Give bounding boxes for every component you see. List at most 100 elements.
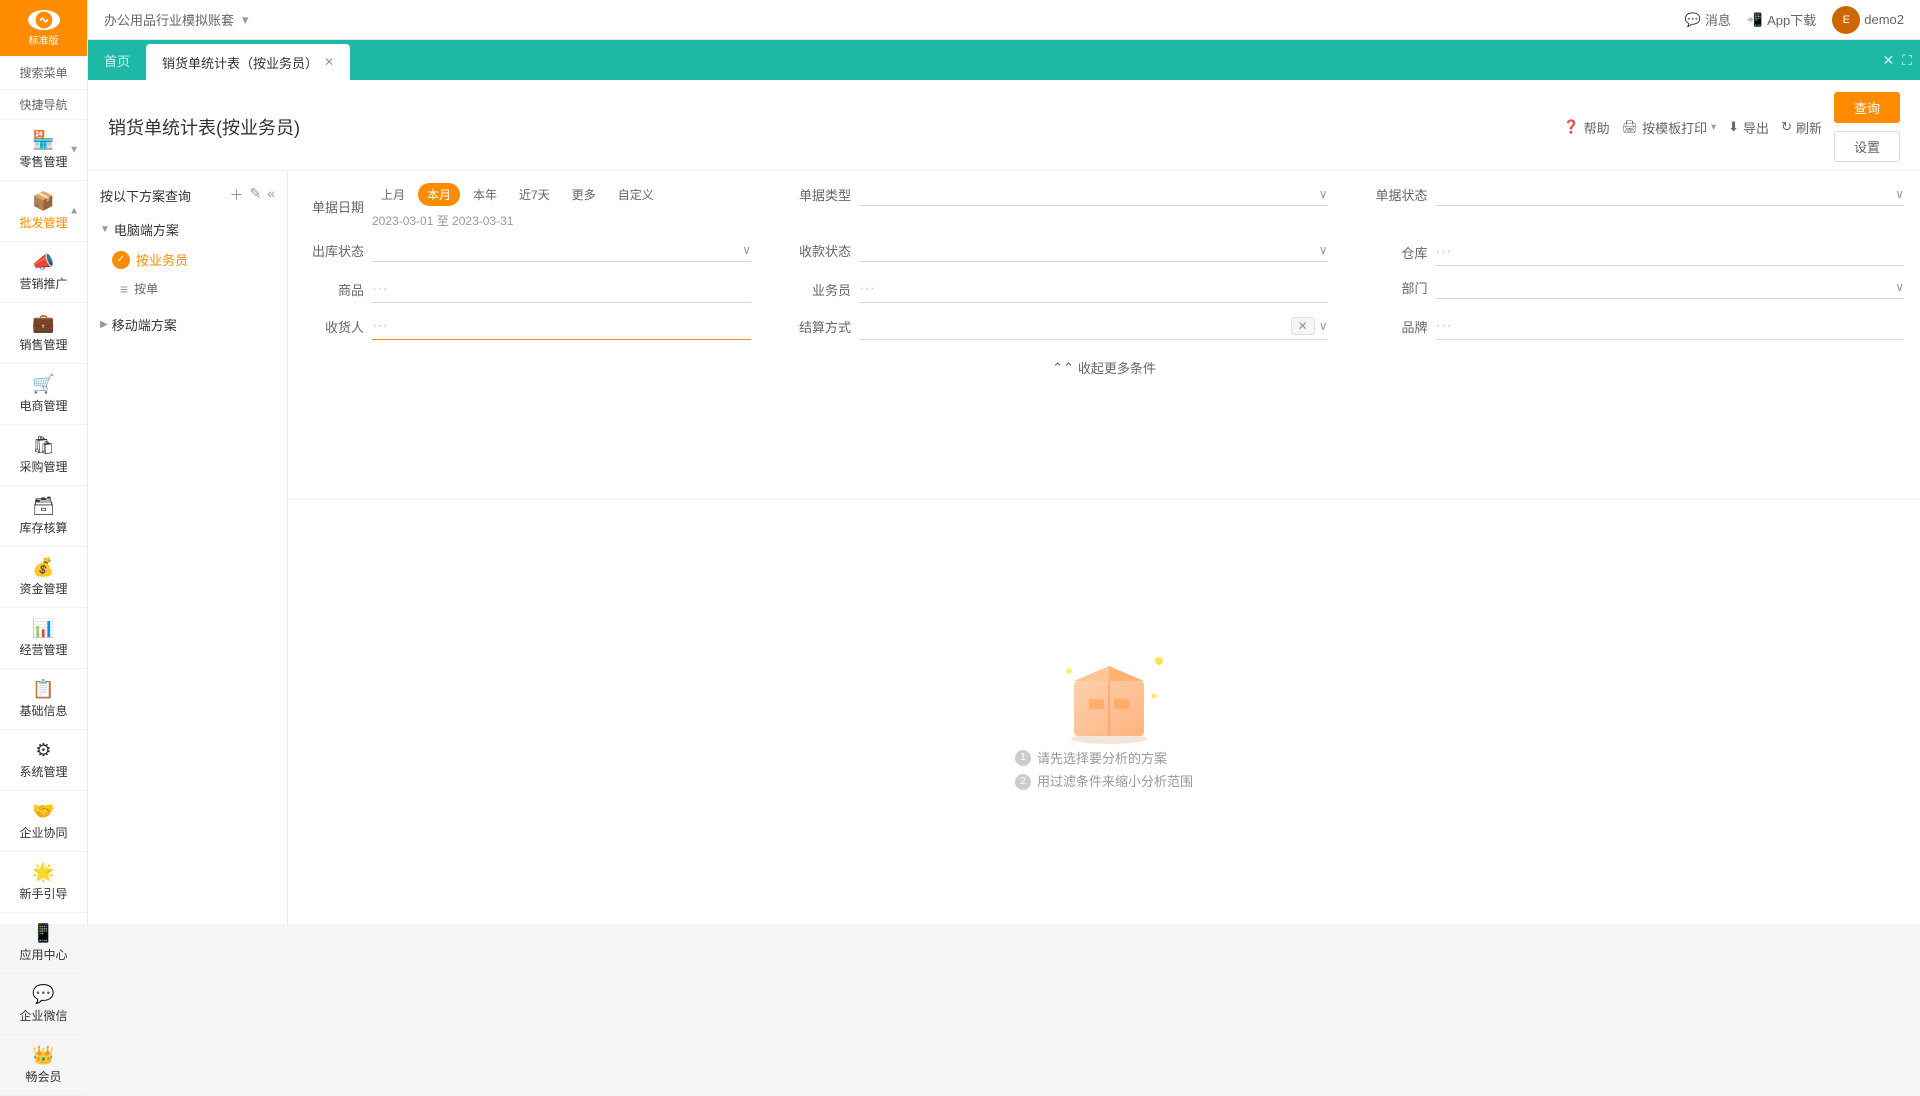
plan-item-by-salesperson[interactable]: ✓ 按业务员 [88, 244, 287, 275]
goods-dots-icon: ··· [372, 280, 388, 298]
tabbar-actions: ✕ ⛶ [1882, 52, 1920, 69]
payment-method-clear-tag[interactable]: ✕ [1291, 317, 1315, 335]
sidebar-item-label-wechat: 企业微信 [19, 1007, 67, 1024]
refresh-icon: ↻ [1781, 119, 1792, 135]
corp-icon: 🤝 [32, 801, 54, 822]
app-download-nav-item[interactable]: 📲 App下载 [1747, 10, 1816, 29]
plan-group-pc-title[interactable]: ▼ 电脑端方案 [88, 215, 287, 244]
setting-button[interactable]: 设置 [1834, 131, 1900, 162]
payment-method-filter-group: 结算方式 ✕ ∨ [791, 313, 1327, 340]
doc-status-select[interactable]: ∨ [1436, 183, 1904, 206]
sidebar-search-item[interactable]: 搜索菜单 [0, 56, 87, 90]
wholesale-expand-arrow: ▲ [69, 206, 79, 217]
plan-add-icon[interactable]: ＋ [229, 185, 243, 205]
plan-sub-item-by-order[interactable]: ≡ 按单 [88, 275, 287, 302]
date-btn-last-month[interactable]: 上月 [372, 183, 414, 206]
sidebar-item-label-sales: 销售管理 [19, 336, 67, 353]
plan-group-mobile: ▶ 移动端方案 [88, 306, 287, 343]
print-arrow-icon: ▾ [1711, 122, 1716, 133]
page-header: 销货单统计表(按业务员) ❓ 帮助 🖨 按模板打印 ▾ ⬇ 导出 ↻ 刷新 [88, 80, 1920, 171]
app-download-label: App下载 [1767, 10, 1816, 29]
payment-method-arrow-icon: ∨ [1319, 319, 1328, 333]
department-label: 部门 [1368, 278, 1428, 297]
query-button[interactable]: 查询 [1834, 92, 1900, 123]
main-area: 办公用品行业模拟账套 ▾ 💬 消息 📲 App下载 E demo2 首页 [88, 0, 1920, 924]
wechat-icon: 💬 [32, 984, 54, 1005]
sidebar-item-finance[interactable]: 💰 资金管理 [0, 547, 87, 608]
date-btn-this-month[interactable]: 本月 [418, 183, 460, 206]
sidebar-item-ecom[interactable]: 🛒 电商管理 [0, 364, 87, 425]
sidebar-item-basic[interactable]: 📋 基础信息 [0, 669, 87, 730]
tab-sales-stat[interactable]: 销货单统计表（按业务员） ✕ [146, 44, 350, 80]
date-btn-custom[interactable]: 自定义 [609, 183, 663, 206]
plan-panel: 按以下方案查询 ＋ ✎ « ▼ 电脑端方案 ✓ 按业务员 [88, 171, 288, 924]
user-profile[interactable]: E demo2 [1832, 6, 1904, 34]
sidebar-item-marketing[interactable]: 📣 营销推广 [0, 242, 87, 303]
plan-edit-icon[interactable]: ✎ [249, 185, 261, 205]
collapse-button[interactable]: ⌃⌃ 收起更多条件 [1052, 358, 1156, 377]
inventory-icon: 🗃 [32, 496, 55, 517]
sidebar-item-newbie[interactable]: 🌟 新手引导 [0, 852, 87, 913]
brand-input[interactable]: ··· [1436, 313, 1904, 340]
topnav: 办公用品行业模拟账套 ▾ 💬 消息 📲 App下载 E demo2 [88, 0, 1920, 40]
date-btn-this-year[interactable]: 本年 [464, 183, 506, 206]
date-btn-more[interactable]: 更多 [563, 183, 605, 206]
goods-input[interactable]: ··· [372, 276, 751, 303]
help-button[interactable]: ❓ 帮助 [1563, 118, 1609, 137]
member-icon: 👑 [32, 1045, 54, 1066]
basic-icon: 📋 [32, 679, 54, 700]
doc-type-select[interactable]: ∨ [859, 183, 1327, 206]
topnav-right: 💬 消息 📲 App下载 E demo2 [1685, 6, 1904, 34]
collapse-label: 收起更多条件 [1078, 358, 1156, 377]
tab-expand-icon[interactable]: ⛶ [1902, 52, 1912, 69]
plan-item-by-salesperson-label: 按业务员 [136, 250, 188, 269]
sidebar-item-sales[interactable]: 💼 销售管理 [0, 303, 87, 364]
query-setting-group: 查询 设置 [1834, 92, 1900, 162]
refresh-button[interactable]: ↻ 刷新 [1781, 118, 1822, 137]
sidebar-item-wechat[interactable]: 💬 企业微信 [0, 974, 87, 1035]
consignee-filter-group: 收货人 ··· [304, 313, 751, 340]
tip-1-text: 请先选择要分析的方案 [1037, 747, 1167, 770]
receipt-status-arrow-icon: ∨ [1319, 243, 1328, 257]
empty-tips: 1 请先选择要分析的方案 2 用过滤条件来缩小分析范围 [1015, 747, 1193, 794]
pc-group-expand-arrow: ▼ [100, 224, 110, 235]
plan-group-mobile-title[interactable]: ▶ 移动端方案 [88, 310, 287, 339]
salesperson-input[interactable]: ··· [859, 276, 1327, 303]
app-download-icon: 📲 [1747, 12, 1763, 28]
sidebar-quick-nav[interactable]: 快捷导航 [0, 90, 87, 120]
print-button[interactable]: 🖨 按模板打印 ▾ [1622, 118, 1717, 137]
help-icon: ❓ [1563, 119, 1579, 135]
tab-home[interactable]: 首页 [88, 40, 146, 80]
out-status-select[interactable]: ∨ [372, 239, 751, 262]
refresh-label: 刷新 [1796, 118, 1822, 137]
warehouse-input[interactable]: ··· [1436, 239, 1904, 266]
tab-close-all-icon[interactable]: ✕ [1882, 52, 1894, 69]
tab-close-icon[interactable]: ✕ [324, 55, 334, 69]
export-button[interactable]: ⬇ 导出 [1728, 118, 1769, 137]
goods-label: 商品 [304, 280, 364, 299]
date-btn-last-7-days[interactable]: 近7天 [510, 183, 559, 206]
sidebar-item-appstore[interactable]: 📱 应用中心 [0, 913, 87, 974]
sidebar-item-inventory[interactable]: 🗃 库存核算 [0, 486, 87, 547]
sidebar-item-retail[interactable]: 🏪 零售管理 ▼ [0, 120, 87, 181]
department-select[interactable]: ∨ [1436, 276, 1904, 299]
sidebar-item-wholesale[interactable]: 📦 批发管理 ▲ [0, 181, 87, 242]
doc-type-filter-group: 单据类型 ∨ [791, 183, 1327, 206]
sidebar-item-operations[interactable]: 📊 经营管理 [0, 608, 87, 669]
payment-method-select[interactable]: ✕ ∨ [859, 313, 1327, 340]
sidebar-item-purchase[interactable]: 🛍 采购管理 [0, 425, 87, 486]
plan-collapse-icon[interactable]: « [267, 185, 275, 205]
breadcrumb-arrow[interactable]: ▾ [242, 12, 249, 28]
receipt-status-select[interactable]: ∨ [859, 239, 1327, 262]
payment-method-x-icon[interactable]: ✕ [1298, 319, 1308, 333]
sidebar-item-system[interactable]: ⚙ 系统管理 [0, 730, 87, 791]
empty-tip-2: 2 用过滤条件来缩小分析范围 [1015, 770, 1193, 793]
tip-2-text: 用过滤条件来缩小分析范围 [1037, 770, 1193, 793]
sidebar-logo[interactable]: 标准版 [0, 0, 87, 56]
sidebar-item-member[interactable]: 👑 畅会员 [0, 1035, 87, 1096]
sales-icon: 💼 [32, 313, 54, 334]
sidebar-item-corp[interactable]: 🤝 企业协同 [0, 791, 87, 852]
out-status-arrow-icon: ∨ [742, 243, 751, 257]
consignee-input[interactable]: ··· [372, 313, 751, 340]
message-nav-item[interactable]: 💬 消息 [1685, 10, 1731, 29]
